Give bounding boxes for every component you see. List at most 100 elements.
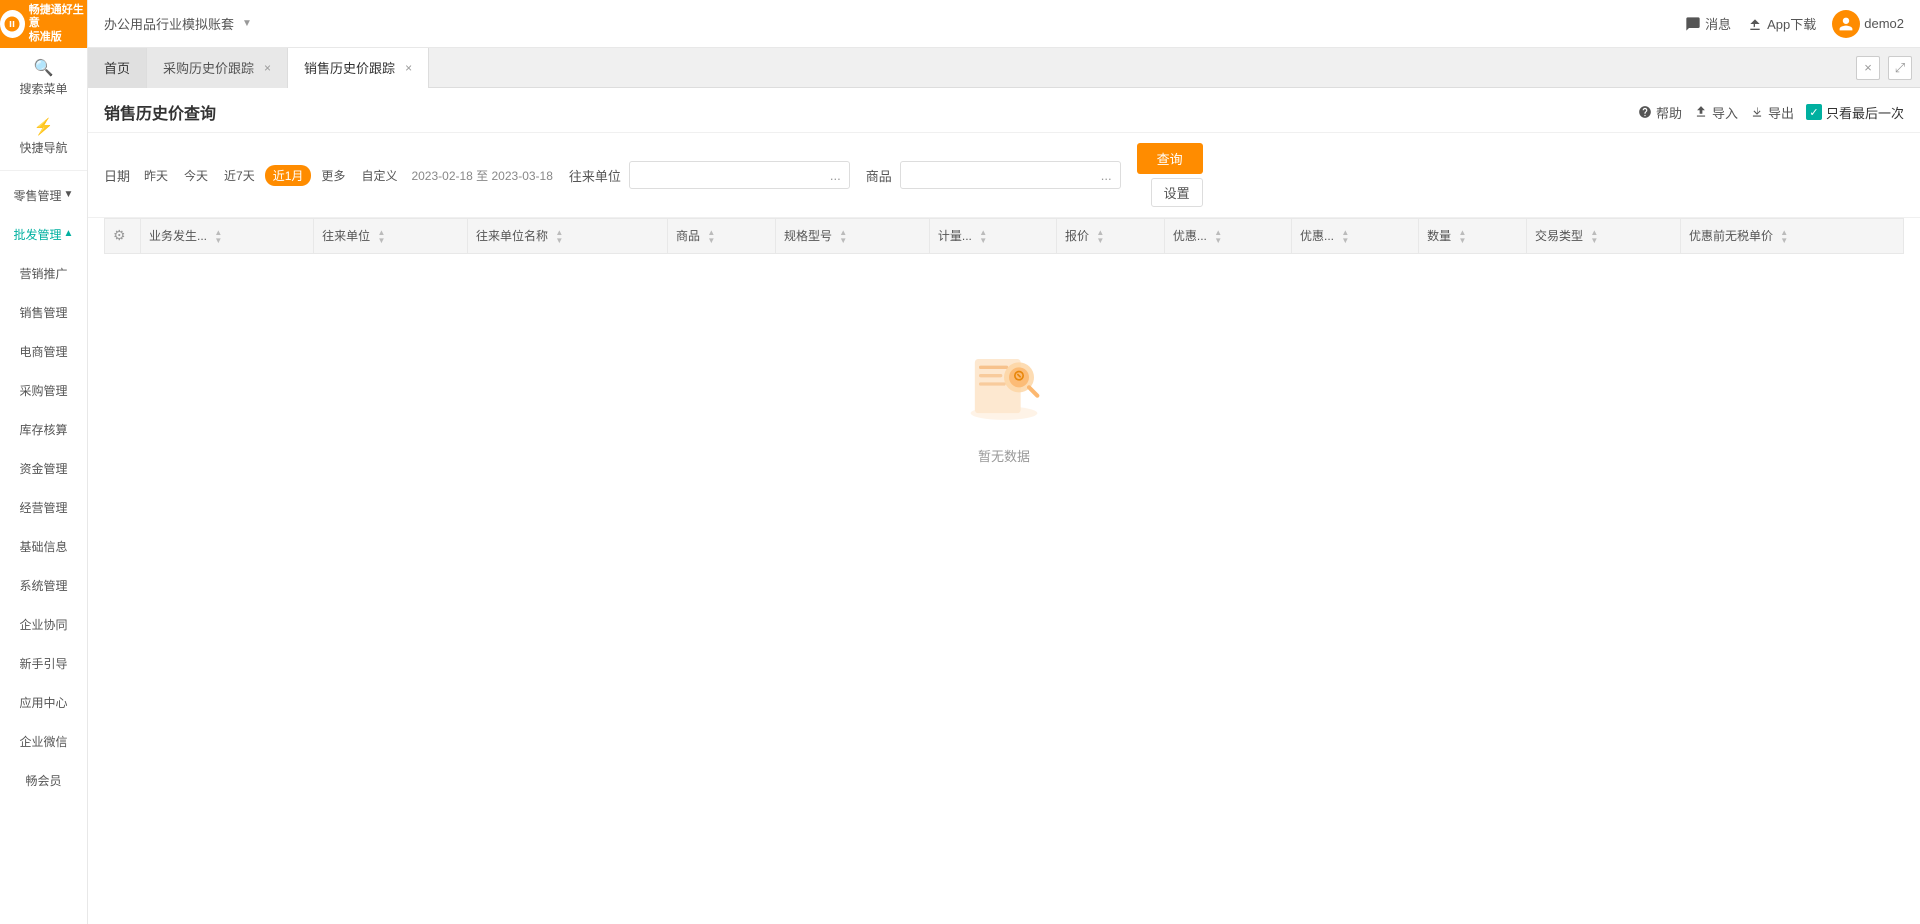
preset-today[interactable]: 今天 (178, 165, 214, 186)
retail-arrow-icon: ▼ (64, 189, 74, 200)
tab-bar: 首页 采购历史价跟踪 × 销售历史价跟踪 × × ⤢ (88, 48, 1920, 88)
th-pre-tax-price[interactable]: 优惠前无税单价 ▲▼ (1680, 219, 1903, 254)
th-discount2[interactable]: 优惠... ▲▼ (1291, 219, 1418, 254)
sort-biz-date-icon: ▲▼ (214, 229, 222, 245)
sidebar-item-sales[interactable]: 销售管理 (0, 292, 87, 331)
tab-purchase-close-icon[interactable]: × (264, 61, 271, 75)
th-biz-date[interactable]: 业务发生... ▲▼ (141, 219, 314, 254)
th-price[interactable]: 报价 ▲▼ (1056, 219, 1164, 254)
th-counterpart-name[interactable]: 往来单位名称 ▲▼ (468, 219, 668, 254)
th-unit[interactable]: 计量... ▲▼ (929, 219, 1056, 254)
sort-spec-icon: ▲▼ (839, 229, 847, 245)
sidebar-item-marketing[interactable]: 营销推广 (0, 253, 87, 292)
import-button[interactable]: 导入 (1694, 103, 1738, 122)
sort-counterpart-icon: ▲▼ (377, 229, 385, 245)
page-header: 销售历史价查询 帮助 导入 导出 ✓ 只看最后一次 (88, 88, 1920, 133)
only-last-checkbox-label[interactable]: ✓ 只看最后一次 (1806, 103, 1904, 122)
goods-filter-label: 商品 (866, 166, 892, 185)
th-discount1[interactable]: 优惠... ▲▼ (1164, 219, 1291, 254)
close-all-tabs-button[interactable]: × (1856, 56, 1880, 80)
preset-more[interactable]: 更多 (315, 165, 351, 186)
counterpart-input-dots[interactable]: ... (822, 168, 849, 183)
preset-custom[interactable]: 自定义 (355, 165, 403, 186)
tab-home-label: 首页 (104, 58, 130, 77)
th-trade-type[interactable]: 交易类型 ▲▼ (1527, 219, 1681, 254)
help-button[interactable]: 帮助 (1638, 103, 1682, 122)
table-settings-icon[interactable]: ⚙ (113, 227, 126, 243)
date-filter-group: 日期 昨天 今天 近7天 近1月 更多 自定义 2023-02-18 至 202… (104, 165, 553, 186)
sort-trade-type-icon: ▲▼ (1590, 229, 1598, 245)
th-quantity[interactable]: 数量 ▲▼ (1419, 219, 1527, 254)
th-settings: ⚙ (105, 219, 141, 254)
app-download-button[interactable]: App下载 (1747, 14, 1816, 33)
export-button[interactable]: 导出 (1750, 103, 1794, 122)
table-container: ⚙ 业务发生... ▲▼ 往来单位 ▲▼ 往来单位名称 ▲▼ (88, 218, 1920, 545)
sort-counterpart-name-icon: ▲▼ (555, 229, 563, 245)
preset-yesterday[interactable]: 昨天 (138, 165, 174, 186)
wholesale-arrow-icon: ▲ (64, 228, 74, 239)
page-content: 销售历史价查询 帮助 导入 导出 ✓ 只看最后一次 (88, 88, 1920, 924)
settings-button[interactable]: 设置 (1151, 178, 1203, 207)
only-last-checkbox[interactable]: ✓ (1806, 104, 1822, 120)
th-discount1-label: 优惠... (1173, 229, 1207, 243)
sort-unit-icon: ▲▼ (979, 229, 987, 245)
sidebar-item-retail[interactable]: 零售管理 ▼ (0, 175, 87, 214)
th-spec[interactable]: 规格型号 ▲▼ (775, 219, 929, 254)
sort-pre-tax-price-icon: ▲▼ (1780, 229, 1788, 245)
query-button[interactable]: 查询 (1137, 143, 1203, 174)
download-icon (1747, 16, 1763, 32)
th-trade-type-label: 交易类型 (1535, 229, 1583, 243)
sidebar-item-basic[interactable]: 基础信息 (0, 526, 87, 565)
import-label: 导入 (1712, 103, 1738, 122)
app-logo[interactable]: 畅捷通好生意 标准版 (0, 0, 87, 48)
sidebar-item-wholesale[interactable]: 批发管理 ▲ (0, 214, 87, 253)
sidebar-item-operations[interactable]: 经营管理 (0, 487, 87, 526)
table-header: ⚙ 业务发生... ▲▼ 往来单位 ▲▼ 往来单位名称 ▲▼ (105, 219, 1904, 254)
sidebar-item-finance[interactable]: 资金管理 (0, 448, 87, 487)
app-dropdown-icon[interactable]: ▼ (242, 18, 252, 29)
th-goods[interactable]: 商品 ▲▼ (668, 219, 776, 254)
sidebar: 畅捷通好生意 标准版 🔍 搜索菜单 ⚡ 快捷导航 零售管理 ▼ 批发管理 ▲ 营… (0, 0, 88, 924)
sidebar-item-guide[interactable]: 新手引导 (0, 643, 87, 682)
tab-home[interactable]: 首页 (88, 48, 147, 88)
th-pre-tax-price-label: 优惠前无税单价 (1689, 229, 1773, 243)
sort-goods-icon: ▲▼ (707, 229, 715, 245)
tab-purchase-label: 采购历史价跟踪 (163, 58, 254, 77)
preset-7days[interactable]: 近7天 (218, 165, 261, 186)
sidebar-item-member[interactable]: 畅会员 (0, 760, 87, 799)
message-button[interactable]: 消息 (1685, 14, 1731, 33)
page-title: 销售历史价查询 (104, 100, 216, 124)
tab-sales-history[interactable]: 销售历史价跟踪 × (288, 48, 429, 88)
sidebar-item-purchase[interactable]: 采购管理 (0, 370, 87, 409)
goods-input-dots[interactable]: ... (1093, 168, 1120, 183)
sidebar-item-apps[interactable]: 应用中心 (0, 682, 87, 721)
counterpart-input[interactable] (630, 168, 822, 183)
goods-input[interactable] (901, 168, 1093, 183)
th-price-label: 报价 (1065, 229, 1089, 243)
sidebar-item-ecommerce[interactable]: 电商管理 (0, 331, 87, 370)
only-last-label: 只看最后一次 (1826, 103, 1904, 122)
counterpart-filter-group: 往来单位 ... (569, 161, 850, 189)
th-unit-label: 计量... (938, 229, 972, 243)
tab-sales-close-icon[interactable]: × (405, 61, 412, 75)
sidebar-item-search[interactable]: 🔍 搜索菜单 (0, 48, 87, 107)
sidebar-item-enterprise[interactable]: 企业协同 (0, 604, 87, 643)
th-quantity-label: 数量 (1427, 229, 1451, 243)
logo-line2: 标准版 (29, 31, 87, 44)
preset-1month[interactable]: 近1月 (265, 165, 312, 186)
expand-button[interactable]: ⤢ (1888, 56, 1912, 80)
th-counterpart[interactable]: 往来单位 ▲▼ (314, 219, 468, 254)
user-profile-button[interactable]: demo2 (1832, 10, 1904, 38)
app-name-label: 办公用品行业模拟账套 (104, 14, 234, 33)
page-header-actions: 帮助 导入 导出 ✓ 只看最后一次 (1638, 103, 1904, 122)
empty-state: 暂无数据 (104, 254, 1904, 545)
sidebar-item-shortcut[interactable]: ⚡ 快捷导航 (0, 107, 87, 166)
sidebar-item-inventory[interactable]: 库存核算 (0, 409, 87, 448)
sort-quantity-icon: ▲▼ (1458, 229, 1466, 245)
help-label: 帮助 (1656, 103, 1682, 122)
date-presets: 昨天 今天 近7天 近1月 更多 自定义 (138, 165, 403, 186)
sidebar-item-system[interactable]: 系统管理 (0, 565, 87, 604)
th-biz-date-label: 业务发生... (149, 229, 207, 243)
tab-purchase-history[interactable]: 采购历史价跟踪 × (147, 48, 288, 88)
sidebar-item-wechat[interactable]: 企业微信 (0, 721, 87, 760)
